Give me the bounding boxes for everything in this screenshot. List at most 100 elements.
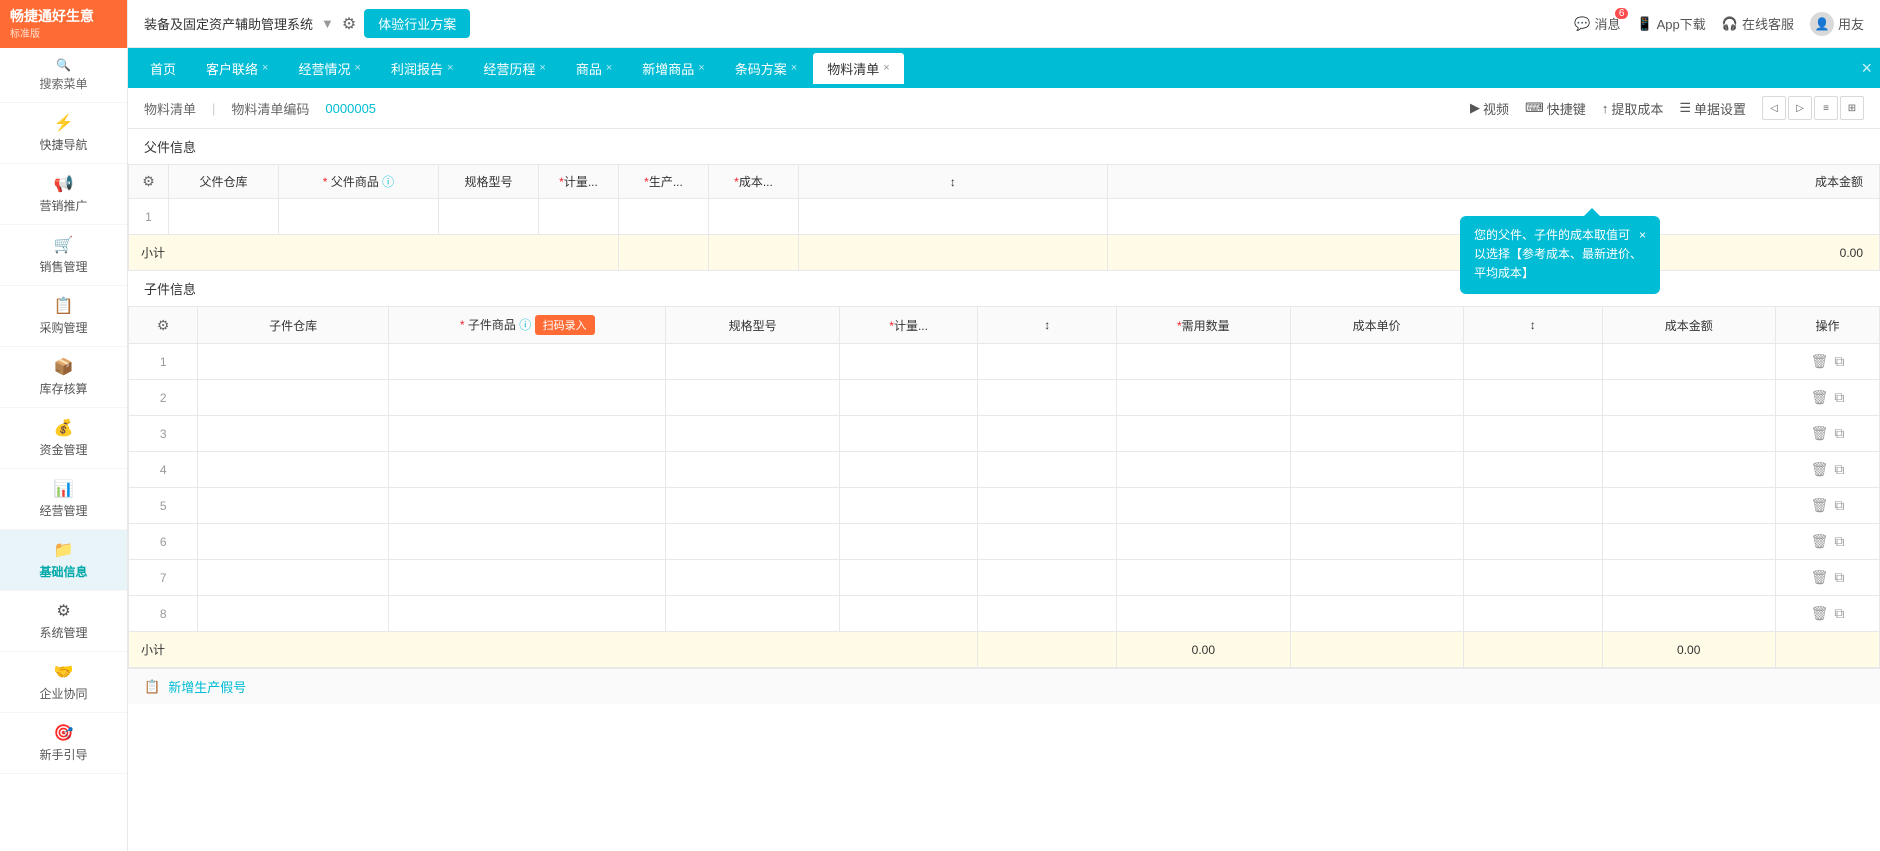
tab-bom[interactable]: 物料清单 × bbox=[813, 53, 903, 84]
sidebar: 畅捷通好生意 标准版 🔍 搜索菜单 ⚡ 快捷导航 📢 营销推广 🛒 销售管理 📋… bbox=[0, 0, 128, 851]
tab-bom-close[interactable]: × bbox=[883, 62, 889, 74]
sidebar-item-finance[interactable]: 💰 资金管理 bbox=[0, 408, 127, 469]
delete-icon-6[interactable]: 🗑 bbox=[1811, 533, 1829, 550]
list-view-button[interactable]: ≡ bbox=[1814, 96, 1838, 120]
table-row: 7 🗑⧉ bbox=[129, 560, 1880, 596]
child-qty-2[interactable] bbox=[1117, 380, 1290, 416]
online-service-button[interactable]: 🎧 在线客服 bbox=[1722, 14, 1794, 33]
tab-product[interactable]: 商品 × bbox=[562, 53, 626, 84]
delete-icon-5[interactable]: 🗑 bbox=[1811, 497, 1829, 514]
copy-icon-7[interactable]: ⧉ bbox=[1834, 569, 1844, 586]
child-unitcost-2[interactable] bbox=[1290, 380, 1463, 416]
sidebar-item-basic-info[interactable]: 📁 基础信息 bbox=[0, 530, 127, 591]
delete-icon-1[interactable]: 🗑 bbox=[1811, 353, 1829, 370]
tab-product-close[interactable]: × bbox=[606, 62, 612, 74]
sidebar-item-guide[interactable]: 🎯 新手引导 bbox=[0, 713, 127, 774]
parent-spec-cell[interactable] bbox=[439, 199, 539, 235]
video-action[interactable]: ▶ 视频 bbox=[1470, 99, 1509, 118]
sidebar-item-quick-nav[interactable]: ⚡ 快捷导航 bbox=[0, 103, 127, 164]
app-download-button[interactable]: 📱 App下载 bbox=[1636, 14, 1705, 33]
prev-page-button[interactable]: ◁ bbox=[1762, 96, 1786, 120]
basic-info-icon: 📁 bbox=[54, 540, 74, 560]
sidebar-item-search[interactable]: 🔍 搜索菜单 bbox=[0, 48, 127, 103]
th-child-sort[interactable]: ↕ bbox=[978, 307, 1117, 344]
parent-subtotal-label: 小计 bbox=[129, 235, 619, 271]
copy-icon-4[interactable]: ⧉ bbox=[1834, 461, 1844, 478]
tab-operations-close[interactable]: × bbox=[354, 62, 360, 74]
bottom-label[interactable]: 新增生产假号 bbox=[168, 677, 246, 696]
child-product-2[interactable] bbox=[389, 380, 666, 416]
sidebar-item-system[interactable]: ⚙ 系统管理 bbox=[0, 591, 127, 652]
copy-icon-3[interactable]: ⧉ bbox=[1834, 425, 1844, 442]
top-header-right: 💬 消息 6 📱 App下载 🎧 在线客服 👤 用友 bbox=[1574, 12, 1864, 36]
tab-customer[interactable]: 客户联络 × bbox=[192, 53, 282, 84]
tab-history-close[interactable]: × bbox=[539, 62, 545, 74]
th-gear-parent[interactable]: ⚙ bbox=[129, 165, 169, 199]
delete-icon-7[interactable]: 🗑 bbox=[1811, 569, 1829, 586]
child-unit-2[interactable] bbox=[839, 380, 978, 416]
sidebar-item-operations[interactable]: 📊 经营管理 bbox=[0, 469, 127, 530]
delete-icon-8[interactable]: 🗑 bbox=[1811, 605, 1829, 622]
th-child-spec: 规格型号 bbox=[666, 307, 839, 344]
child-qty-1[interactable] bbox=[1117, 344, 1290, 380]
scan-button[interactable]: 扫码录入 bbox=[535, 315, 595, 335]
close-all-tabs[interactable]: × bbox=[1861, 58, 1872, 79]
tab-new-product[interactable]: 新增商品 × bbox=[628, 53, 718, 84]
delete-icon-3[interactable]: 🗑 bbox=[1811, 425, 1829, 442]
trial-button[interactable]: 体验行业方案 bbox=[364, 9, 470, 38]
copy-icon-1[interactable]: ⧉ bbox=[1834, 353, 1844, 370]
tab-history[interactable]: 经营历程 × bbox=[469, 53, 559, 84]
child-unitcost-1[interactable] bbox=[1290, 344, 1463, 380]
delete-icon-4[interactable]: 🗑 bbox=[1811, 461, 1829, 478]
child-unit-1[interactable] bbox=[839, 344, 978, 380]
child-warehouse-2[interactable] bbox=[198, 380, 389, 416]
child-warehouse-1[interactable] bbox=[198, 344, 389, 380]
parent-warehouse-cell[interactable] bbox=[169, 199, 279, 235]
tab-profit[interactable]: 利润报告 × bbox=[377, 53, 467, 84]
tab-operations-status[interactable]: 经营情况 × bbox=[284, 53, 374, 84]
delete-icon-2[interactable]: 🗑 bbox=[1811, 389, 1829, 406]
parent-cost-cell[interactable] bbox=[709, 199, 799, 235]
parent-unit-cell[interactable] bbox=[539, 199, 619, 235]
copy-icon-6[interactable]: ⧉ bbox=[1834, 533, 1844, 550]
copy-icon-2[interactable]: ⧉ bbox=[1834, 389, 1844, 406]
copy-icon-8[interactable]: ⧉ bbox=[1834, 605, 1844, 622]
tab-barcode-close[interactable]: × bbox=[791, 62, 797, 74]
breadcrumb-parent[interactable]: 物料清单 bbox=[144, 99, 196, 118]
tab-barcode[interactable]: 条码方案 × bbox=[721, 53, 811, 84]
single-settings-action[interactable]: ☰ 单据设置 bbox=[1679, 99, 1746, 118]
marketing-icon: 📢 bbox=[54, 174, 74, 194]
sidebar-item-purchase[interactable]: 📋 采购管理 bbox=[0, 286, 127, 347]
th-gear-child[interactable]: ⚙ bbox=[129, 307, 198, 344]
parent-production-cell[interactable] bbox=[619, 199, 709, 235]
extract-cost-action[interactable]: ↑ 提取成本 bbox=[1602, 99, 1664, 118]
tab-new-product-close[interactable]: × bbox=[698, 62, 704, 74]
th-child-sort2[interactable]: ↕ bbox=[1463, 307, 1602, 344]
child-spec-1[interactable] bbox=[666, 344, 839, 380]
child-amount-2[interactable] bbox=[1602, 380, 1775, 416]
tab-customer-close[interactable]: × bbox=[262, 62, 268, 74]
expand-button[interactable]: ⊞ bbox=[1840, 96, 1864, 120]
tooltip-close[interactable]: × bbox=[1639, 226, 1646, 245]
sidebar-item-inventory[interactable]: 📦 库存核算 bbox=[0, 347, 127, 408]
main-content: 装备及固定资产辅助管理系统 ▼ ⚙ 体验行业方案 💬 消息 6 📱 App下载 … bbox=[128, 0, 1880, 851]
next-page-button[interactable]: ▷ bbox=[1788, 96, 1812, 120]
settings-icon[interactable]: ⚙ bbox=[342, 14, 356, 34]
shortcut-action[interactable]: ⌨ 快捷键 bbox=[1525, 99, 1586, 118]
dropdown-icon[interactable]: ▼ bbox=[321, 16, 334, 31]
user-menu[interactable]: 👤 用友 bbox=[1810, 12, 1864, 36]
child-spec-2[interactable] bbox=[666, 380, 839, 416]
sidebar-item-enterprise[interactable]: 🤝 企业协同 bbox=[0, 652, 127, 713]
tab-home[interactable]: 首页 bbox=[136, 53, 190, 84]
extract-icon: ↑ bbox=[1602, 101, 1609, 116]
copy-icon-5[interactable]: ⧉ bbox=[1834, 497, 1844, 514]
th-parent-sort[interactable]: ↕ bbox=[799, 165, 1108, 199]
child-amount-1[interactable] bbox=[1602, 344, 1775, 380]
message-button[interactable]: 💬 消息 6 bbox=[1574, 14, 1620, 33]
headset-icon: 🎧 bbox=[1722, 16, 1738, 32]
tab-profit-close[interactable]: × bbox=[447, 62, 453, 74]
sidebar-item-sales[interactable]: 🛒 销售管理 bbox=[0, 225, 127, 286]
child-product-1[interactable] bbox=[389, 344, 666, 380]
sidebar-item-marketing[interactable]: 📢 营销推广 bbox=[0, 164, 127, 225]
parent-product-cell[interactable] bbox=[279, 199, 439, 235]
